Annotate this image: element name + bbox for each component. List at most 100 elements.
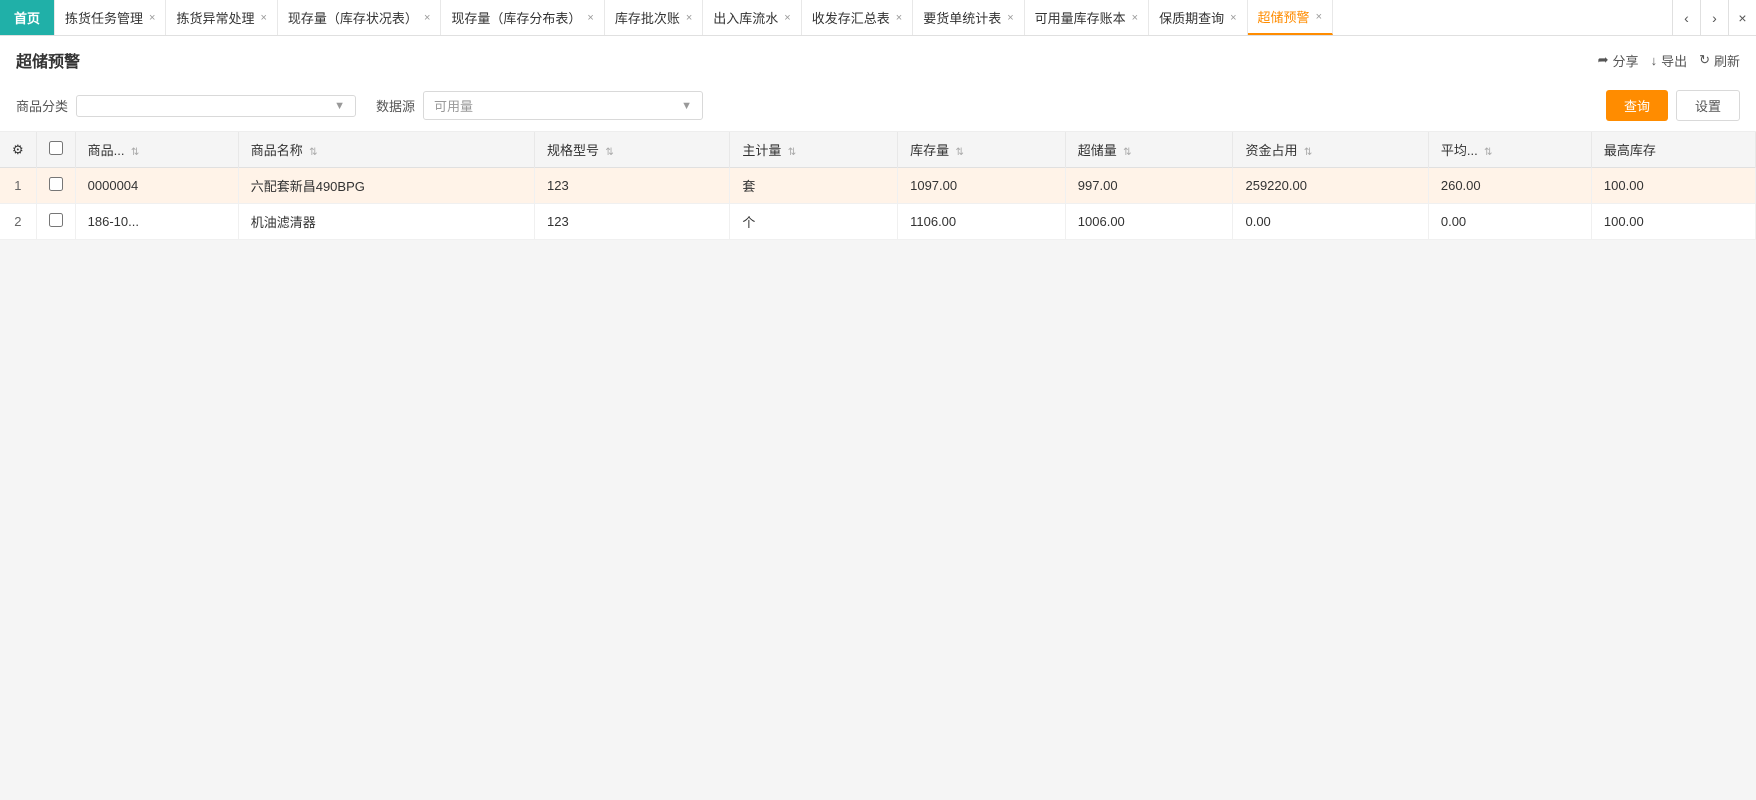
tab-exception[interactable]: 拣货异常处理 × xyxy=(166,0,277,35)
th-checkbox[interactable] xyxy=(36,132,75,168)
row-2-unit: 个 xyxy=(730,204,898,240)
th-gear[interactable]: ⚙ xyxy=(0,132,36,168)
datasource-value: 可用量 xyxy=(434,96,473,115)
close-tab-stock-status[interactable]: × xyxy=(424,12,430,24)
th-product-name[interactable]: 商品名称 ⇅ xyxy=(238,132,534,168)
settings-button[interactable]: 设置 xyxy=(1676,90,1740,121)
datasource-filter: 数据源 可用量 ▼ xyxy=(376,91,703,120)
row-2-max-stock: 100.00 xyxy=(1591,204,1755,240)
export-button[interactable]: ↓ 导出 xyxy=(1651,51,1688,70)
row-1-checkbox[interactable] xyxy=(49,177,63,191)
row-1-overstock: 997.00 xyxy=(1065,168,1233,204)
row-2-checkbox-cell[interactable] xyxy=(36,204,75,240)
tab-shelf-life[interactable]: 保质期查询 × xyxy=(1149,0,1247,35)
sort-avg-icon: ⇅ xyxy=(1484,147,1492,158)
gear-icon: ⚙ xyxy=(12,142,24,157)
table-body: 1 0000004 六配套新昌490BPG 123 套 1097.00 997.… xyxy=(0,168,1756,240)
close-tab-avail-ledger[interactable]: × xyxy=(1132,12,1138,24)
th-product-name-label: 商品名称 xyxy=(251,143,303,158)
close-tab-stock-dist[interactable]: × xyxy=(587,12,593,24)
close-tab-req-stat[interactable]: × xyxy=(1007,12,1013,24)
sort-product-name-icon: ⇅ xyxy=(309,147,317,158)
sort-unit-icon: ⇅ xyxy=(788,147,796,158)
row-2-stock: 1106.00 xyxy=(898,204,1066,240)
nav-prev-btn[interactable]: ‹ xyxy=(1672,0,1700,35)
row-1-max-stock: 100.00 xyxy=(1591,168,1755,204)
tab-stock-status[interactable]: 现存量（库存状况表） × xyxy=(278,0,441,35)
row-1-checkbox-cell[interactable] xyxy=(36,168,75,204)
select-all-checkbox[interactable] xyxy=(49,141,63,155)
row-1-spec: 123 xyxy=(535,168,730,204)
th-capital[interactable]: 资金占用 ⇅ xyxy=(1233,132,1428,168)
row-2-checkbox[interactable] xyxy=(49,213,63,227)
nav-home[interactable]: 首页 xyxy=(0,0,55,35)
query-button[interactable]: 查询 xyxy=(1606,90,1668,121)
th-spec-label: 规格型号 xyxy=(547,143,599,158)
row-1-product-code: 0000004 xyxy=(75,168,238,204)
close-tab-task-mgmt[interactable]: × xyxy=(149,12,155,24)
overstock-table: ⚙ 商品... ⇅ 商品名称 ⇅ 规格型号 ⇅ 主计量 xyxy=(0,132,1756,240)
th-avg-label: 平均... xyxy=(1441,143,1478,158)
row-1-product-name: 六配套新昌490BPG xyxy=(238,168,534,204)
category-filter: 商品分类 ▼ xyxy=(16,95,356,117)
row-num-2: 2 xyxy=(0,204,36,240)
datasource-label: 数据源 xyxy=(376,96,415,115)
tab-recv-summary[interactable]: 收发存汇总表 × xyxy=(802,0,913,35)
tab-batch-ledger[interactable]: 库存批次账 × xyxy=(605,0,703,35)
tab-shelf-life-label: 保质期查询 xyxy=(1159,8,1224,27)
th-overstock-label: 超储量 xyxy=(1078,143,1117,158)
tab-inout-flow-label: 出入库流水 xyxy=(713,8,778,27)
row-1-capital: 259220.00 xyxy=(1233,168,1428,204)
tab-overstock-warning[interactable]: 超储预警 × xyxy=(1248,0,1333,35)
tab-inout-flow[interactable]: 出入库流水 × xyxy=(703,0,801,35)
share-icon: ➦ xyxy=(1598,52,1609,68)
table-container: ⚙ 商品... ⇅ 商品名称 ⇅ 规格型号 ⇅ 主计量 xyxy=(0,132,1756,240)
refresh-label: 刷新 xyxy=(1714,51,1740,70)
nav-next-btn[interactable]: › xyxy=(1700,0,1728,35)
row-2-product-name: 机油滤清器 xyxy=(238,204,534,240)
table-row: 2 186-10... 机油滤清器 123 个 1106.00 1006.00 … xyxy=(0,204,1756,240)
tab-recv-summary-label: 收发存汇总表 xyxy=(812,8,890,27)
share-button[interactable]: ➦ 分享 xyxy=(1598,51,1639,70)
row-num-1: 1 xyxy=(0,168,36,204)
category-select[interactable]: ▼ xyxy=(76,95,356,117)
th-stock[interactable]: 库存量 ⇅ xyxy=(898,132,1066,168)
close-tab-batch-ledger[interactable]: × xyxy=(686,12,692,24)
sort-spec-icon: ⇅ xyxy=(605,147,613,158)
th-stock-label: 库存量 xyxy=(910,143,949,158)
topbar-nav-buttons: ‹ › × xyxy=(1672,0,1756,35)
th-product-code[interactable]: 商品... ⇅ xyxy=(75,132,238,168)
close-tab-overstock[interactable]: × xyxy=(1316,11,1322,23)
export-icon: ↓ xyxy=(1651,53,1658,68)
tab-task-mgmt[interactable]: 拣货任务管理 × xyxy=(55,0,166,35)
page-header: 超储预警 ➦ 分享 ↓ 导出 ↻ 刷新 xyxy=(0,36,1756,80)
tab-req-stat[interactable]: 要货单统计表 × xyxy=(913,0,1024,35)
th-avg[interactable]: 平均... ⇅ xyxy=(1428,132,1591,168)
th-spec[interactable]: 规格型号 ⇅ xyxy=(535,132,730,168)
th-unit[interactable]: 主计量 ⇅ xyxy=(730,132,898,168)
row-2-capital: 0.00 xyxy=(1233,204,1428,240)
close-tab-inout-flow[interactable]: × xyxy=(784,12,790,24)
sort-overstock-icon: ⇅ xyxy=(1123,147,1131,158)
share-label: 分享 xyxy=(1613,51,1639,70)
datasource-select[interactable]: 可用量 ▼ xyxy=(423,91,703,120)
th-max-stock: 最高库存 xyxy=(1591,132,1755,168)
table-header: ⚙ 商品... ⇅ 商品名称 ⇅ 规格型号 ⇅ 主计量 xyxy=(0,132,1756,168)
tab-stock-status-label: 现存量（库存状况表） xyxy=(288,8,418,27)
row-1-stock: 1097.00 xyxy=(898,168,1066,204)
refresh-icon: ↻ xyxy=(1699,52,1710,68)
row-2-avg: 0.00 xyxy=(1428,204,1591,240)
table-row: 1 0000004 六配套新昌490BPG 123 套 1097.00 997.… xyxy=(0,168,1756,204)
tab-batch-ledger-label: 库存批次账 xyxy=(615,8,680,27)
tab-stock-dist[interactable]: 现存量（库存分布表） × xyxy=(441,0,604,35)
nav-close-btn[interactable]: × xyxy=(1728,0,1756,35)
refresh-button[interactable]: ↻ 刷新 xyxy=(1699,51,1740,70)
close-tab-exception[interactable]: × xyxy=(260,12,266,24)
th-overstock[interactable]: 超储量 ⇅ xyxy=(1065,132,1233,168)
close-tab-recv-summary[interactable]: × xyxy=(896,12,902,24)
tab-avail-ledger[interactable]: 可用量库存账本 × xyxy=(1025,0,1149,35)
close-tab-shelf-life[interactable]: × xyxy=(1230,12,1236,24)
tab-avail-ledger-label: 可用量库存账本 xyxy=(1035,8,1126,27)
sort-capital-icon: ⇅ xyxy=(1304,147,1312,158)
tab-req-stat-label: 要货单统计表 xyxy=(923,8,1001,27)
